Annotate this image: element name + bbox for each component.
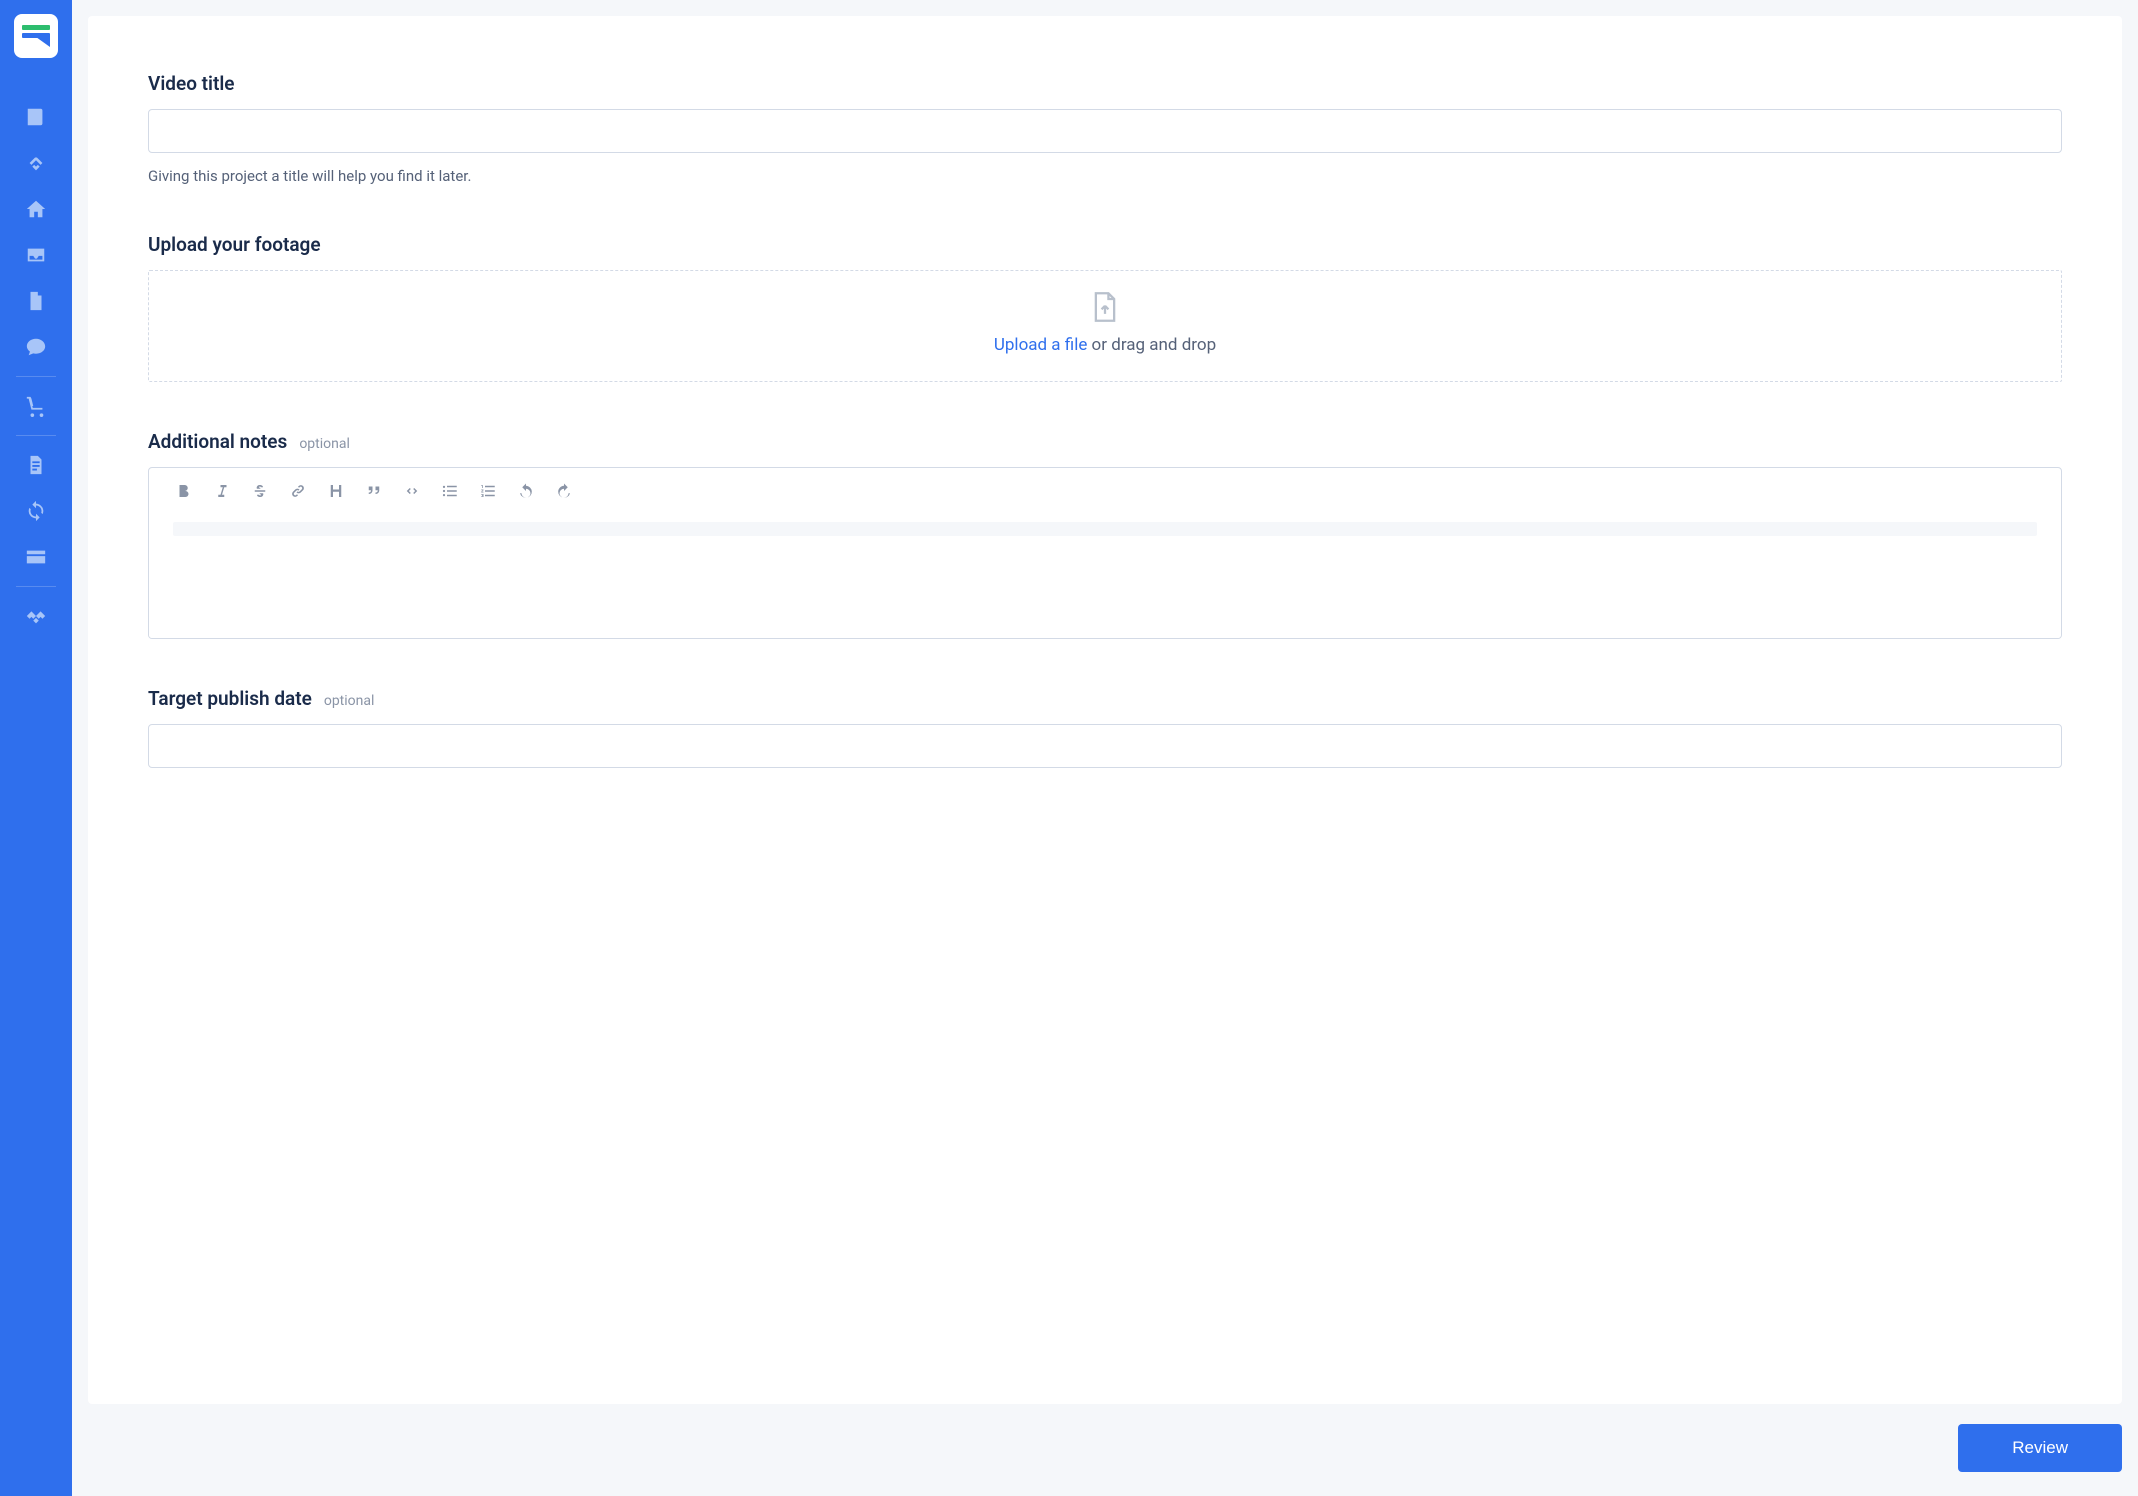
- field-upload: Upload your footage Upload a file or dra…: [148, 233, 2062, 382]
- handshake-icon: [25, 152, 47, 174]
- upload-dropzone[interactable]: Upload a file or drag and drop: [148, 270, 2062, 382]
- quote-button[interactable]: [365, 482, 383, 500]
- form-card: Video title Giving this project a title …: [88, 16, 2122, 1404]
- nav-divider-3: [16, 586, 56, 587]
- quote-icon: [365, 482, 383, 500]
- video-title-label: Video title: [148, 72, 235, 95]
- heading-button[interactable]: [327, 482, 345, 500]
- nav-partners[interactable]: [0, 593, 72, 639]
- publish-date-label: Target publish date: [148, 687, 312, 710]
- document-icon: [25, 454, 47, 476]
- link-icon: [289, 482, 307, 500]
- ol-button[interactable]: [479, 482, 497, 500]
- ol-icon: [479, 482, 497, 500]
- heading-icon: [327, 482, 345, 500]
- home-icon: [25, 198, 47, 220]
- review-button[interactable]: Review: [1958, 1424, 2122, 1472]
- notes-optional: optional: [299, 436, 350, 452]
- nav-cart[interactable]: [0, 383, 72, 429]
- upload-text: Upload a file or drag and drop: [994, 335, 1216, 355]
- sync-icon: [25, 500, 47, 522]
- nav-enter[interactable]: [0, 94, 72, 140]
- enter-icon: [25, 106, 47, 128]
- strike-button[interactable]: [251, 482, 269, 500]
- nav-home[interactable]: [0, 186, 72, 232]
- nav-divider: [16, 376, 56, 377]
- video-title-input[interactable]: [148, 109, 2062, 153]
- link-button[interactable]: [289, 482, 307, 500]
- ul-icon: [441, 482, 459, 500]
- field-publish-date: Target publish date optional: [148, 687, 2062, 768]
- undo-button[interactable]: [517, 482, 535, 500]
- nav-file[interactable]: [0, 278, 72, 324]
- nav-document[interactable]: [0, 442, 72, 488]
- notes-editor: [148, 467, 2062, 639]
- editor-toolbar: [149, 468, 2061, 514]
- nav-divider-2: [16, 435, 56, 436]
- redo-button[interactable]: [555, 482, 573, 500]
- app-logo[interactable]: [14, 14, 58, 58]
- cart-icon: [25, 395, 47, 417]
- field-video-title: Video title Giving this project a title …: [148, 72, 2062, 185]
- main-content: Video title Giving this project a title …: [72, 0, 2138, 1496]
- nav-chat[interactable]: [0, 324, 72, 370]
- notes-label: Additional notes: [148, 430, 287, 453]
- footer-actions: Review: [88, 1424, 2122, 1472]
- upload-link[interactable]: Upload a file: [994, 335, 1087, 355]
- nav-handshake[interactable]: [0, 140, 72, 186]
- upload-label: Upload your footage: [148, 233, 321, 256]
- sidebar: [0, 0, 72, 1496]
- italic-icon: [213, 482, 231, 500]
- code-icon: [403, 482, 421, 500]
- editor-placeholder-line: [173, 522, 2037, 536]
- italic-button[interactable]: [213, 482, 231, 500]
- bold-button[interactable]: [175, 482, 193, 500]
- publish-date-input[interactable]: [148, 724, 2062, 768]
- video-title-helper: Giving this project a title will help yo…: [148, 167, 2062, 185]
- undo-icon: [517, 482, 535, 500]
- partners-icon: [25, 605, 47, 627]
- nav-inbox[interactable]: [0, 232, 72, 278]
- code-button[interactable]: [403, 482, 421, 500]
- nav-sync[interactable]: [0, 488, 72, 534]
- file-upload-icon: [1091, 291, 1119, 323]
- bold-icon: [175, 482, 193, 500]
- ul-button[interactable]: [441, 482, 459, 500]
- strike-icon: [251, 482, 269, 500]
- upload-rest: or drag and drop: [1087, 335, 1216, 355]
- redo-icon: [555, 482, 573, 500]
- chat-icon: [25, 336, 47, 358]
- card-icon: [25, 546, 47, 568]
- nav-card[interactable]: [0, 534, 72, 580]
- field-notes: Additional notes optional: [148, 430, 2062, 639]
- file-icon: [25, 290, 47, 312]
- publish-date-optional: optional: [324, 693, 375, 709]
- notes-textarea[interactable]: [149, 514, 2061, 638]
- inbox-icon: [25, 244, 47, 266]
